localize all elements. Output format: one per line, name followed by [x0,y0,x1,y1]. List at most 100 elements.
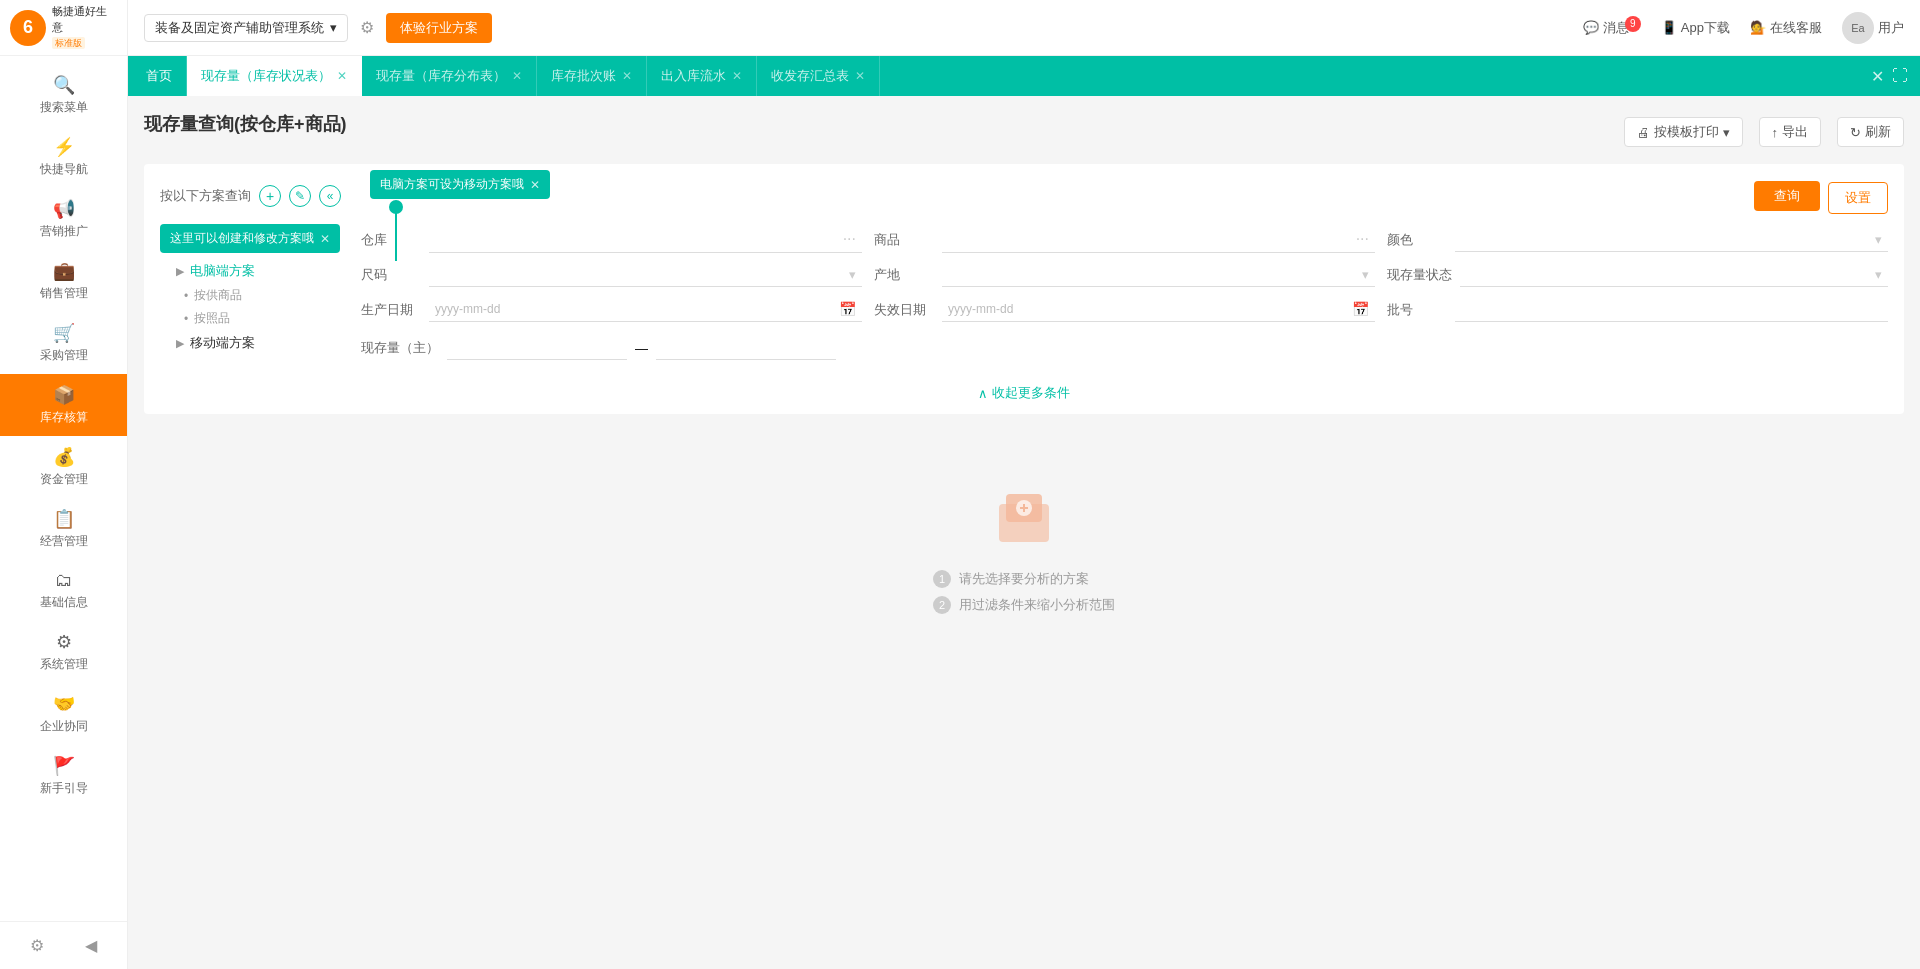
sidebar-collapse-btn[interactable]: ◀ [85,936,97,955]
tab-in-out-flow[interactable]: 出入库流水 ✕ [647,56,757,96]
step-num-2: 2 [933,596,951,614]
tab-inventory-status[interactable]: 现存量（库存状况表） ✕ [187,56,362,96]
plan-sub-items: • 按供商品 • 按照品 [160,284,345,330]
settings-gear-btn[interactable]: ⚙ [360,18,374,37]
tab-collect-summary[interactable]: 收发存汇总表 ✕ [757,56,880,96]
marketing-icon: 📢 [53,198,75,220]
sidebar-item-newbie[interactable]: 🚩 新手引导 [0,745,127,807]
collapse-more-btn[interactable]: ∧ 收起更多条件 [160,376,1888,410]
sidebar-item-finance[interactable]: 💰 资金管理 [0,436,127,498]
filter-fields-area: 仓库 ··· 商品 ··· [361,226,1888,368]
filter-row-2: 尺码 ▾ 产地 ▾ [361,263,1888,287]
page-title: 现存量查询(按仓库+商品) [144,112,347,136]
sidebar-item-search[interactable]: 🔍 搜索菜单 [0,64,127,126]
sidebar-item-guide[interactable]: ⚡ 快捷导航 [0,126,127,188]
filter-label: 按以下方案查询 [160,187,251,205]
main-area: 装备及固定资产辅助管理系统 ▾ ⚙ 体验行业方案 💬 消息 9 📱 App下载 … [128,0,1920,969]
size-select[interactable]: ▾ [429,263,862,287]
system-icon: ⚙ [56,631,72,653]
warehouse-field: 仓库 ··· [361,226,862,253]
chevron-down-color-icon: ▾ [1875,232,1882,247]
goods-dots-icon[interactable]: ··· [1356,230,1369,248]
chevron-down-origin-icon: ▾ [1362,267,1369,282]
tab-batch-ledger[interactable]: 库存批次账 ✕ [537,56,647,96]
plan-arrow-icon: ▶ [176,265,184,278]
sidebar-nav: 🔍 搜索菜单 ⚡ 快捷导航 📢 营销推广 💼 销售管理 🛒 采购管理 📦 库存核… [0,56,127,921]
sidebar: 6 畅捷通好生意 标准版 🔍 搜索菜单 ⚡ 快捷导航 📢 营销推广 💼 销售管理… [0,0,128,969]
chevron-down-icon: ▾ [1723,125,1730,140]
filter-settings-button[interactable]: 设置 [1828,182,1888,214]
tab-home[interactable]: 首页 [132,56,187,96]
sidebar-item-inventory[interactable]: 📦 库存核算 [0,374,127,436]
message-action[interactable]: 💬 消息 9 [1583,19,1641,37]
user-action[interactable]: Ea 用户 [1842,12,1904,44]
plan-mobile-node[interactable]: ▶ 移动端方案 [160,330,345,356]
search-button[interactable]: 查询 [1754,181,1820,211]
filter-right-actions: 查询 设置 [1754,178,1888,214]
stock-main-from-input[interactable] [447,336,627,360]
empty-illustration [984,474,1064,554]
tab-close-batch-ledger[interactable]: ✕ [622,69,632,83]
filter-back-button[interactable]: « [319,185,341,207]
page-header-row: 现存量查询(按仓库+商品) 🖨 按模板打印 ▾ ↑ 导出 ↻ 刷新 [144,112,1904,152]
plan-tree: ▶ 电脑端方案 • 按供商品 • 按照品 [160,258,345,356]
top-header: 装备及固定资产辅助管理系统 ▾ ⚙ 体验行业方案 💬 消息 9 📱 App下载 … [128,0,1920,56]
filter-edit-button[interactable]: ✎ [289,185,311,207]
sidebar-settings-btn[interactable]: ⚙ [30,936,44,955]
expire-date-calendar-icon: 📅 [1352,301,1369,317]
goods-select[interactable]: ··· [942,226,1375,253]
tooltip1-close[interactable]: ✕ [530,178,540,192]
tab-inventory-dist[interactable]: 现存量（库存分布表） ✕ [362,56,537,96]
template-print-button[interactable]: 🖨 按模板打印 ▾ [1624,117,1743,147]
tooltip2-close[interactable]: ✕ [320,232,330,246]
system-select[interactable]: 装备及固定资产辅助管理系统 ▾ [144,14,348,42]
sidebar-item-system[interactable]: ⚙ 系统管理 [0,621,127,683]
filter-add-button[interactable]: + [259,185,281,207]
experience-button[interactable]: 体验行业方案 [386,13,492,43]
origin-label: 产地 [874,266,934,284]
plan-tree-left: 这里可以创建和修改方案哦 ✕ ▶ 电脑端方案 • 按供商品 [160,226,345,368]
tab-close-all-btn[interactable]: ✕ [1871,67,1884,86]
warehouse-select[interactable]: ··· [429,226,862,253]
plan-desktop-node[interactable]: ▶ 电脑端方案 [160,258,345,284]
goods-field: 商品 ··· [874,226,1375,253]
chevron-down-size-icon: ▾ [849,267,856,282]
header-left: 装备及固定资产辅助管理系统 ▾ ⚙ 体验行业方案 [144,13,492,43]
export-button[interactable]: ↑ 导出 [1759,117,1822,147]
batch-no-label: 批号 [1387,301,1447,319]
sidebar-item-basic[interactable]: 🗂 基础信息 [0,560,127,621]
finance-icon: 💰 [53,446,75,468]
plan-sub-item-1[interactable]: • 按供商品 [184,284,345,307]
sidebar-item-enterprise[interactable]: 🤝 企业协同 [0,683,127,745]
tab-close-inventory-status[interactable]: ✕ [337,69,347,83]
plan-sub-item-2[interactable]: • 按照品 [184,307,345,330]
color-select[interactable]: ▾ [1455,228,1888,252]
sidebar-item-sales[interactable]: 💼 销售管理 [0,250,127,312]
prod-date-input[interactable]: yyyy-mm-dd 📅 [429,297,862,322]
tab-close-in-out-flow[interactable]: ✕ [732,69,742,83]
top-action-row: 🖨 按模板打印 ▾ ↑ 导出 ↻ 刷新 [1624,117,1905,147]
connector-dot-top [389,200,403,214]
sidebar-item-marketing[interactable]: 📢 营销推广 [0,188,127,250]
expire-date-field: 失效日期 yyyy-mm-dd 📅 [874,297,1375,322]
expire-date-input[interactable]: yyyy-mm-dd 📅 [942,297,1375,322]
online-service-action[interactable]: 💁 在线客服 [1750,19,1822,37]
print-icon: 🖨 [1637,125,1650,140]
refresh-button[interactable]: ↻ 刷新 [1837,117,1904,147]
sidebar-item-purchase[interactable]: 🛒 采购管理 [0,312,127,374]
header-right: 💬 消息 9 📱 App下载 💁 在线客服 Ea 用户 [1583,12,1904,44]
origin-select[interactable]: ▾ [942,263,1375,287]
sidebar-item-operation[interactable]: 📋 经营管理 [0,498,127,560]
goods-label: 商品 [874,231,934,249]
stock-status-select[interactable]: ▾ [1460,263,1888,287]
content-area: 现存量查询(按仓库+商品) 🖨 按模板打印 ▾ ↑ 导出 ↻ 刷新 [128,96,1920,969]
warehouse-dots-icon[interactable]: ··· [843,230,856,248]
expire-date-label: 失效日期 [874,301,934,319]
batch-no-input[interactable] [1455,298,1888,322]
tab-close-inventory-dist[interactable]: ✕ [512,69,522,83]
tab-close-collect-summary[interactable]: ✕ [855,69,865,83]
tab-fullscreen-btn[interactable]: ⛶ [1892,67,1908,86]
app-download-action[interactable]: 📱 App下载 [1661,19,1730,37]
stock-main-to-input[interactable] [656,336,836,360]
service-icon: 💁 [1750,20,1766,35]
